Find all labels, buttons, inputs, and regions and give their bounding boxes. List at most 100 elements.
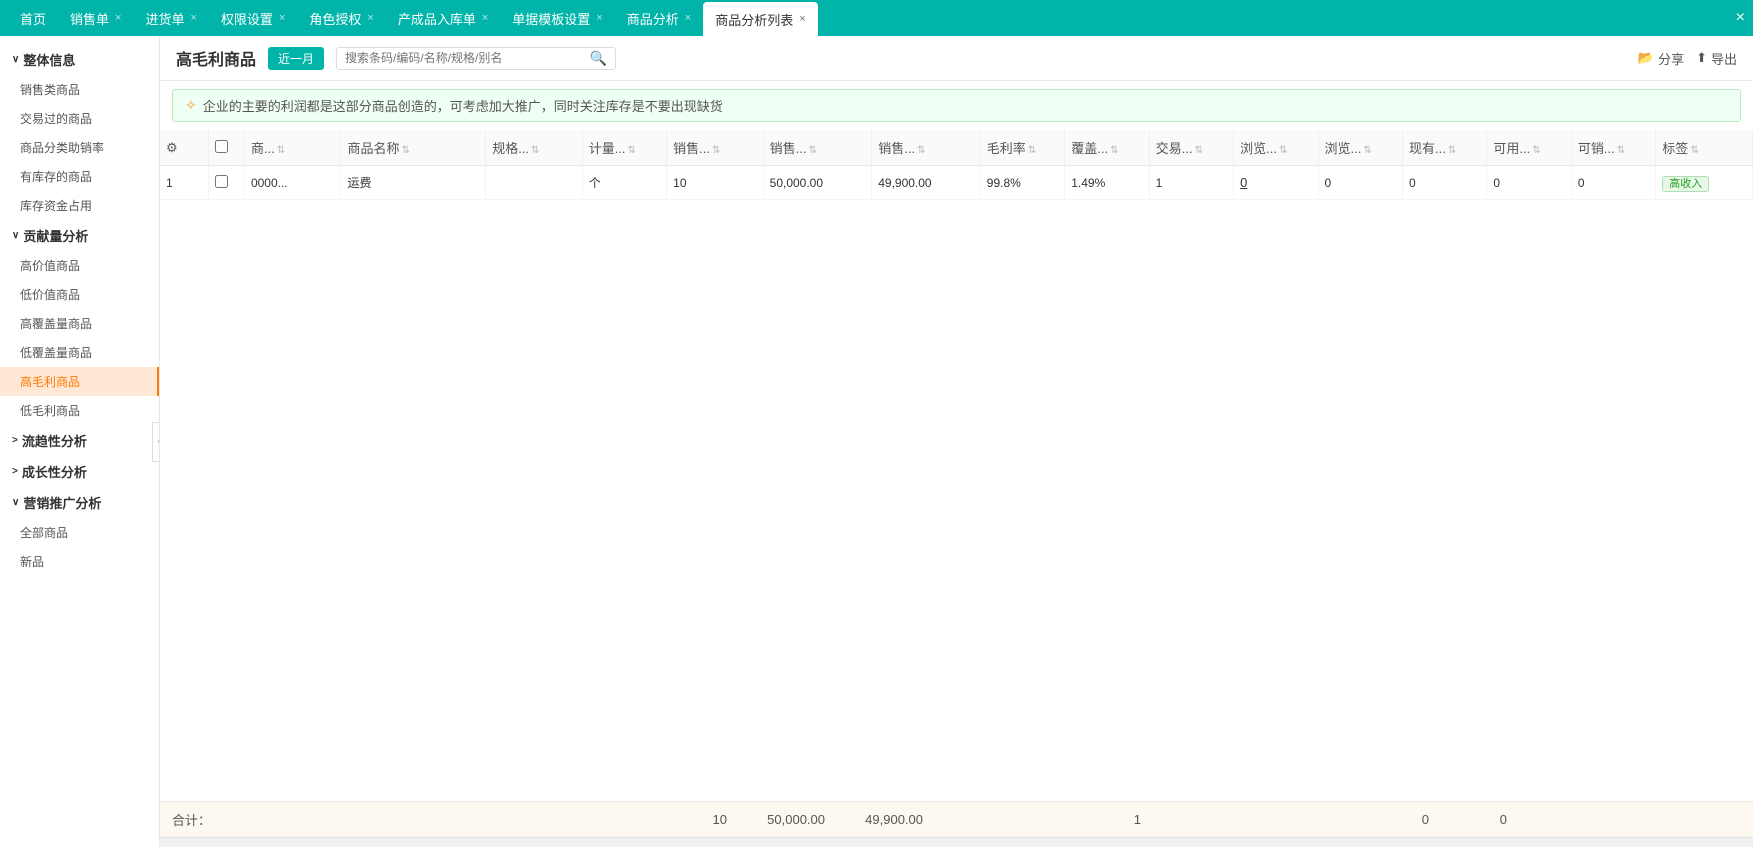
sidebar-group-营销推广分析[interactable]: ∨营销推广分析 bbox=[0, 487, 159, 518]
sidebar-group-贡献量分析[interactable]: ∨贡献量分析 bbox=[0, 220, 159, 251]
nav-tab-销售单[interactable]: 销售单× bbox=[58, 0, 133, 36]
nav-tab-close[interactable]: × bbox=[685, 12, 691, 24]
nav-tab-close[interactable]: × bbox=[367, 12, 373, 24]
row-checkbox[interactable] bbox=[208, 166, 244, 200]
sidebar-item-商品分类助销率[interactable]: 商品分类助销率 bbox=[0, 133, 159, 162]
horizontal-scrollbar[interactable] bbox=[160, 837, 1753, 847]
top-nav: 首页销售单×进货单×权限设置×角色授权×产成品入库单×单据模板设置×商品分析×商… bbox=[0, 0, 1753, 36]
col-header-0[interactable]: ⚙ bbox=[160, 130, 208, 166]
row-saleable: 0 bbox=[1571, 166, 1655, 200]
col-header-14[interactable]: 现有...⇅ bbox=[1402, 130, 1486, 166]
row-sale-qty: 10 bbox=[667, 166, 764, 200]
footer-sale-profit: 49,900.00 bbox=[833, 812, 923, 827]
close-all-button[interactable]: × bbox=[1736, 9, 1745, 27]
row-sale-amount: 50,000.00 bbox=[763, 166, 872, 200]
data-table: ⚙商...⇅商品名称⇅规格...⇅计量...⇅销售...⇅销售...⇅销售...… bbox=[160, 130, 1753, 200]
col-header-5[interactable]: 计量...⇅ bbox=[582, 130, 666, 166]
col-header-2[interactable]: 商...⇅ bbox=[244, 130, 341, 166]
sidebar-item-高覆盖量商品[interactable]: 高覆盖量商品 bbox=[0, 309, 159, 338]
search-wrap: 🔍 bbox=[336, 47, 616, 70]
col-header-17[interactable]: 标签⇅ bbox=[1656, 130, 1753, 166]
time-filter-button[interactable]: 近一月 bbox=[268, 47, 324, 70]
nav-tab-close[interactable]: × bbox=[482, 12, 488, 24]
share-icon: 📂 bbox=[1638, 50, 1654, 66]
nav-tab-产成品入库单[interactable]: 产成品入库单× bbox=[386, 0, 500, 36]
col-header-15[interactable]: 可用...⇅ bbox=[1487, 130, 1571, 166]
row-browse1[interactable]: 0 bbox=[1234, 166, 1318, 200]
sidebar-item-有库存的商品[interactable]: 有库存的商品 bbox=[0, 162, 159, 191]
sidebar-item-销售类商品[interactable]: 销售类商品 bbox=[0, 75, 159, 104]
footer-available: 0 bbox=[1359, 812, 1429, 827]
nav-tab-close[interactable]: × bbox=[190, 12, 196, 24]
row-browse2: 0 bbox=[1318, 166, 1402, 200]
sidebar: ∨整体信息销售类商品交易过的商品商品分类助销率有库存的商品库存资金占用∨贡献量分… bbox=[0, 36, 160, 847]
col-header-8[interactable]: 销售...⇅ bbox=[872, 130, 981, 166]
row-spec bbox=[486, 166, 583, 200]
sidebar-item-新品[interactable]: 新品 bbox=[0, 547, 159, 576]
col-header-10[interactable]: 覆盖...⇅ bbox=[1065, 130, 1149, 166]
col-header-4[interactable]: 规格...⇅ bbox=[486, 130, 583, 166]
settings-icon[interactable]: ⚙ bbox=[166, 140, 178, 155]
col-header-7[interactable]: 销售...⇅ bbox=[763, 130, 872, 166]
col-header-6[interactable]: 销售...⇅ bbox=[667, 130, 764, 166]
tag-badge: 高收入 bbox=[1662, 176, 1709, 192]
nav-tab-权限设置[interactable]: 权限设置× bbox=[209, 0, 297, 36]
footer-saleable: 0 bbox=[1437, 812, 1507, 827]
sidebar-item-低价值商品[interactable]: 低价值商品 bbox=[0, 280, 159, 309]
sidebar-group-流趋性分析[interactable]: >流趋性分析 bbox=[0, 425, 159, 456]
col-header-3[interactable]: 商品名称⇅ bbox=[341, 130, 486, 166]
row-trade-count: 1 bbox=[1149, 166, 1233, 200]
nav-tab-商品分析列表[interactable]: 商品分析列表× bbox=[703, 2, 817, 36]
nav-tab-首页[interactable]: 首页 bbox=[8, 0, 58, 36]
group-arrow: ∨ bbox=[12, 54, 19, 65]
info-banner-text: 企业的主要的利润都是这部分商品创造的，可考虑加大推广，同时关注库存是不要出现缺货 bbox=[203, 96, 723, 115]
footer-trade-count: 1 bbox=[1071, 812, 1141, 827]
row-sale-profit: 49,900.00 bbox=[872, 166, 981, 200]
nav-tab-商品分析[interactable]: 商品分析× bbox=[615, 0, 703, 36]
row-cover-rate: 1.49% bbox=[1065, 166, 1149, 200]
row-code: 0000... bbox=[244, 166, 341, 200]
row-current-stock: 0 bbox=[1402, 166, 1486, 200]
table-row: 10000...运费个1050,000.0049,900.0099.8%1.49… bbox=[160, 166, 1753, 200]
row-unit: 个 bbox=[582, 166, 666, 200]
nav-tab-close[interactable]: × bbox=[279, 12, 285, 24]
sidebar-group-整体信息[interactable]: ∨整体信息 bbox=[0, 44, 159, 75]
col-header-12[interactable]: 浏览...⇅ bbox=[1234, 130, 1318, 166]
row-index: 1 bbox=[160, 166, 208, 200]
sidebar-item-库存资金占用[interactable]: 库存资金占用 bbox=[0, 191, 159, 220]
sidebar-collapse-button[interactable]: « bbox=[152, 422, 160, 462]
col-header-16[interactable]: 可销...⇅ bbox=[1571, 130, 1655, 166]
sidebar-item-低毛利商品[interactable]: 低毛利商品 bbox=[0, 396, 159, 425]
sidebar-group-成长性分析[interactable]: >成长性分析 bbox=[0, 456, 159, 487]
nav-tab-进货单[interactable]: 进货单× bbox=[133, 0, 208, 36]
nav-tab-角色授权[interactable]: 角色授权× bbox=[297, 0, 385, 36]
export-icon: ⬆ bbox=[1696, 50, 1707, 66]
row-select-checkbox[interactable] bbox=[215, 175, 228, 188]
main-area: ∨整体信息销售类商品交易过的商品商品分类助销率有库存的商品库存资金占用∨贡献量分… bbox=[0, 36, 1753, 847]
sidebar-item-高价值商品[interactable]: 高价值商品 bbox=[0, 251, 159, 280]
share-button[interactable]: 📂 分享 bbox=[1638, 49, 1684, 68]
footer-sale-qty: 10 bbox=[647, 812, 727, 827]
select-all-checkbox[interactable] bbox=[215, 140, 228, 153]
col-header-1[interactable] bbox=[208, 130, 244, 166]
nav-tab-close[interactable]: × bbox=[596, 12, 602, 24]
page-title: 高毛利商品 bbox=[176, 46, 256, 70]
col-header-9[interactable]: 毛利率⇅ bbox=[980, 130, 1064, 166]
nav-tab-close[interactable]: × bbox=[799, 13, 805, 25]
info-banner: ✧ 企业的主要的利润都是这部分商品创造的，可考虑加大推广，同时关注库存是不要出现… bbox=[172, 89, 1741, 122]
browse-link[interactable]: 0 bbox=[1240, 175, 1247, 190]
sidebar-item-全部商品[interactable]: 全部商品 bbox=[0, 518, 159, 547]
group-arrow: > bbox=[12, 466, 18, 477]
search-icon[interactable]: 🔍 bbox=[590, 50, 607, 67]
search-input[interactable] bbox=[345, 51, 590, 65]
col-header-13[interactable]: 浏览...⇅ bbox=[1318, 130, 1402, 166]
export-button[interactable]: ⬆ 导出 bbox=[1696, 49, 1737, 68]
col-header-11[interactable]: 交易...⇅ bbox=[1149, 130, 1233, 166]
nav-tab-单据模板设置[interactable]: 单据模板设置× bbox=[500, 0, 614, 36]
sidebar-item-低覆盖量商品[interactable]: 低覆盖量商品 bbox=[0, 338, 159, 367]
sidebar-item-高毛利商品[interactable]: 高毛利商品 bbox=[0, 367, 159, 396]
content-inner: ✧ 企业的主要的利润都是这部分商品创造的，可考虑加大推广，同时关注库存是不要出现… bbox=[160, 81, 1753, 847]
nav-tab-close[interactable]: × bbox=[115, 12, 121, 24]
sidebar-item-交易过的商品[interactable]: 交易过的商品 bbox=[0, 104, 159, 133]
content-header: 高毛利商品 近一月 🔍 📂 分享 ⬆ 导出 bbox=[160, 36, 1753, 81]
